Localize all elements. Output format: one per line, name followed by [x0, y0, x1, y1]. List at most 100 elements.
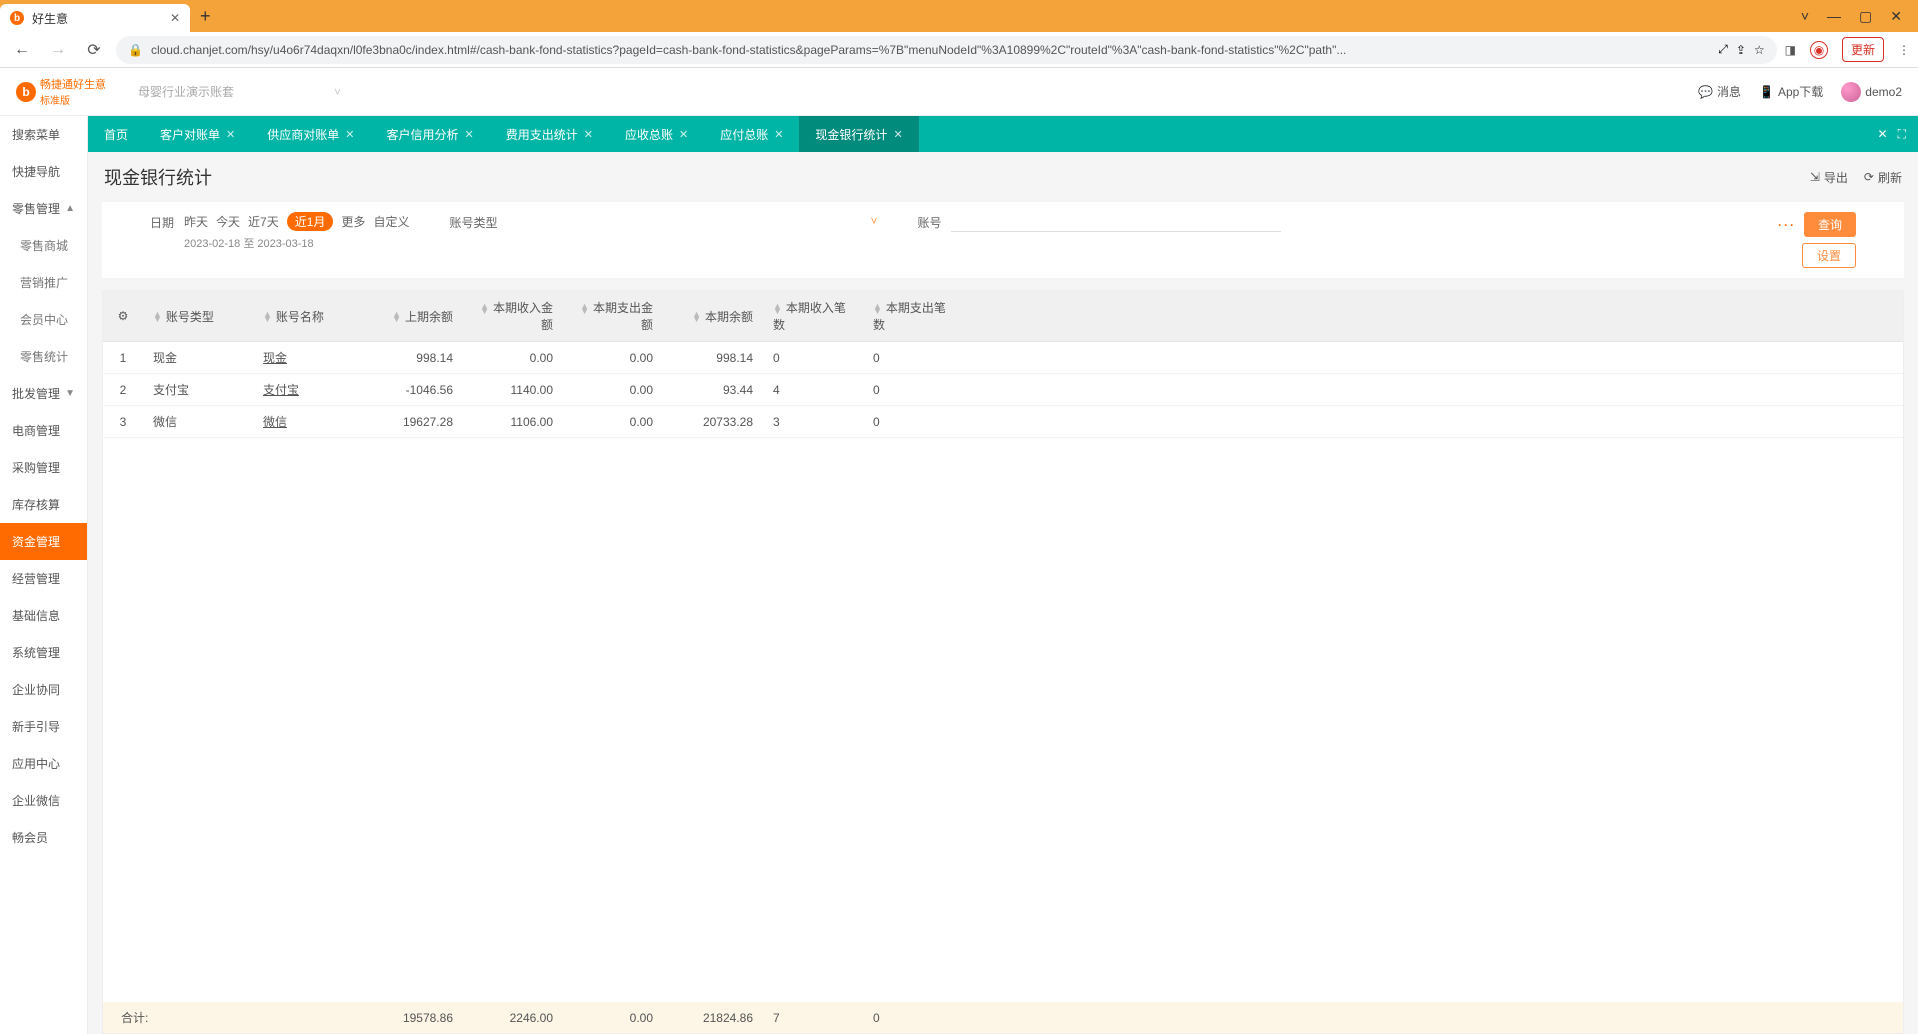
sidebar-item-label: 零售管理: [12, 200, 60, 217]
date-last7[interactable]: 近7天: [248, 213, 279, 230]
tab[interactable]: 首页: [88, 116, 144, 152]
chevron-down-icon: ▼: [65, 388, 75, 399]
star-icon[interactable]: ☆: [1754, 43, 1765, 57]
account-type-filter: 账号类型 ˅: [449, 212, 877, 231]
close-icon[interactable]: ✕: [226, 128, 235, 141]
message-icon: 💬: [1698, 85, 1713, 99]
col-account-type[interactable]: ▲▼账号类型: [143, 291, 253, 342]
close-icon[interactable]: ✕: [679, 128, 688, 141]
tab[interactable]: 客户对账单✕: [144, 116, 251, 152]
cell-type: 微信: [143, 406, 253, 438]
close-icon[interactable]: ✕: [345, 128, 354, 141]
close-icon[interactable]: ✕: [774, 128, 783, 141]
gear-column[interactable]: ⚙: [103, 291, 143, 342]
sidebar-item[interactable]: 新手引导: [0, 708, 87, 745]
tab[interactable]: 应付总账✕: [704, 116, 799, 152]
browser-tab[interactable]: b 好生意 ✕: [0, 4, 190, 32]
col-prev-balance[interactable]: ▲▼上期余额: [363, 291, 463, 342]
cell-name-link[interactable]: 现金: [253, 342, 363, 374]
date-more[interactable]: 更多: [341, 213, 365, 230]
footer-inc-cnt: 7: [763, 1002, 863, 1033]
date-yesterday[interactable]: 昨天: [184, 213, 208, 230]
share-icon[interactable]: ⇪: [1736, 43, 1746, 57]
date-today[interactable]: 今天: [216, 213, 240, 230]
fullscreen-icon[interactable]: ⛶: [1898, 127, 1906, 142]
sidebar-item[interactable]: 资金管理: [0, 523, 87, 560]
sidebar-item[interactable]: 畅会员: [0, 819, 87, 856]
sidebar-item[interactable]: 零售管理▲: [0, 190, 87, 227]
tab-label: 首页: [104, 126, 128, 143]
sidebar-item[interactable]: 零售统计: [0, 338, 87, 375]
date-last1m[interactable]: 近1月: [287, 212, 334, 231]
export-button[interactable]: ⇲ 导出: [1810, 169, 1848, 186]
col-income-count[interactable]: ▲▼本期收入笔数: [763, 291, 863, 342]
refresh-button[interactable]: ⟳ 刷新: [1864, 169, 1902, 186]
profile-icon[interactable]: ◉: [1810, 41, 1828, 59]
settings-button[interactable]: 设置: [1802, 243, 1856, 268]
tab[interactable]: 现金银行统计✕: [799, 116, 918, 152]
reload-button[interactable]: ⟳: [80, 40, 108, 60]
date-range-text: 2023-02-18 至 2023-03-18: [184, 235, 409, 251]
update-button[interactable]: 更新: [1842, 37, 1884, 62]
extensions-icon[interactable]: ◨: [1785, 43, 1796, 57]
sidebar-item[interactable]: 系统管理: [0, 634, 87, 671]
sidebar-item[interactable]: 企业微信: [0, 782, 87, 819]
account-input[interactable]: [951, 212, 1281, 232]
back-button[interactable]: ←: [8, 41, 36, 59]
sidebar-item[interactable]: 会员中心: [0, 301, 87, 338]
close-icon[interactable]: ✕: [465, 128, 474, 141]
account-type-select[interactable]: ˅: [507, 212, 877, 231]
sidebar-item-label: 批发管理: [12, 385, 60, 402]
col-expense[interactable]: ▲▼本期支出金额: [563, 291, 663, 342]
chevron-down-icon[interactable]: ˅: [1801, 8, 1809, 24]
close-all-tabs-icon[interactable]: ✕: [1878, 127, 1888, 141]
app-download-button[interactable]: 📱 App下载: [1759, 83, 1823, 100]
maximize-icon[interactable]: ▢: [1859, 8, 1872, 25]
lock-icon: 🔒: [128, 43, 143, 57]
col-balance[interactable]: ▲▼本期余额: [663, 291, 763, 342]
sidebar-item-label: 畅会员: [12, 829, 48, 846]
tab[interactable]: 应收总账 ✕: [609, 116, 704, 152]
cell-name-link[interactable]: 支付宝: [253, 374, 363, 406]
sidebar-item[interactable]: 营销推广: [0, 264, 87, 301]
sidebar-item[interactable]: 基础信息: [0, 597, 87, 634]
window-close-icon[interactable]: ✕: [1890, 8, 1902, 25]
sidebar-item[interactable]: 采购管理: [0, 449, 87, 486]
close-icon[interactable]: ✕: [893, 128, 902, 141]
close-icon[interactable]: ✕: [584, 128, 593, 141]
more-filters-button[interactable]: ···: [1778, 218, 1796, 232]
sidebar-item[interactable]: 库存核算: [0, 486, 87, 523]
sidebar-item[interactable]: 搜索菜单: [0, 116, 87, 153]
close-icon[interactable]: ✕: [170, 11, 180, 25]
app-logo[interactable]: b 畅捷通好生意 标准版: [16, 76, 106, 107]
messages-button[interactable]: 💬 消息: [1698, 83, 1741, 100]
minimize-icon[interactable]: —: [1827, 8, 1841, 24]
sidebar-item[interactable]: 企业协同: [0, 671, 87, 708]
col-expense-count[interactable]: ▲▼本期支出笔数: [863, 291, 963, 342]
date-custom[interactable]: 自定义: [373, 213, 409, 230]
account-selector[interactable]: 母婴行业演示账套 ˅: [138, 83, 341, 100]
sidebar-item[interactable]: 零售商城: [0, 227, 87, 264]
search-button[interactable]: 查询: [1804, 212, 1856, 237]
tab[interactable]: 费用支出统计✕: [490, 116, 609, 152]
tab-label: 应收总账: [625, 126, 673, 143]
cell-name-link[interactable]: 微信: [253, 406, 363, 438]
date-filter: 日期 昨天 今天 近7天 近1月 更多 自定义 2023-02-18 至 202…: [150, 212, 409, 251]
install-icon[interactable]: ⤢: [1718, 42, 1728, 57]
tab[interactable]: 供应商对账单✕: [251, 116, 370, 152]
col-income[interactable]: ▲▼本期收入金额: [463, 291, 563, 342]
address-bar[interactable]: 🔒 cloud.chanjet.com/hsy/u4o6r74daqxn/l0f…: [116, 36, 1777, 64]
sidebar-item[interactable]: 批发管理 ▼: [0, 375, 87, 412]
new-tab-button[interactable]: +: [190, 0, 221, 32]
user-menu[interactable]: demo2: [1841, 82, 1902, 102]
sidebar-item[interactable]: 快捷导航: [0, 153, 87, 190]
sidebar-item[interactable]: 经营管理: [0, 560, 87, 597]
tab[interactable]: 客户信用分析✕: [370, 116, 489, 152]
sidebar-item[interactable]: 电商管理: [0, 412, 87, 449]
menu-icon[interactable]: ⋮: [1898, 43, 1910, 57]
forward-button[interactable]: →: [44, 41, 72, 59]
col-account-name[interactable]: ▲▼账号名称: [253, 291, 363, 342]
sidebar-item-label: 基础信息: [12, 607, 60, 624]
account-filter: 账号: [917, 212, 1281, 232]
sidebar-item[interactable]: 应用中心: [0, 745, 87, 782]
